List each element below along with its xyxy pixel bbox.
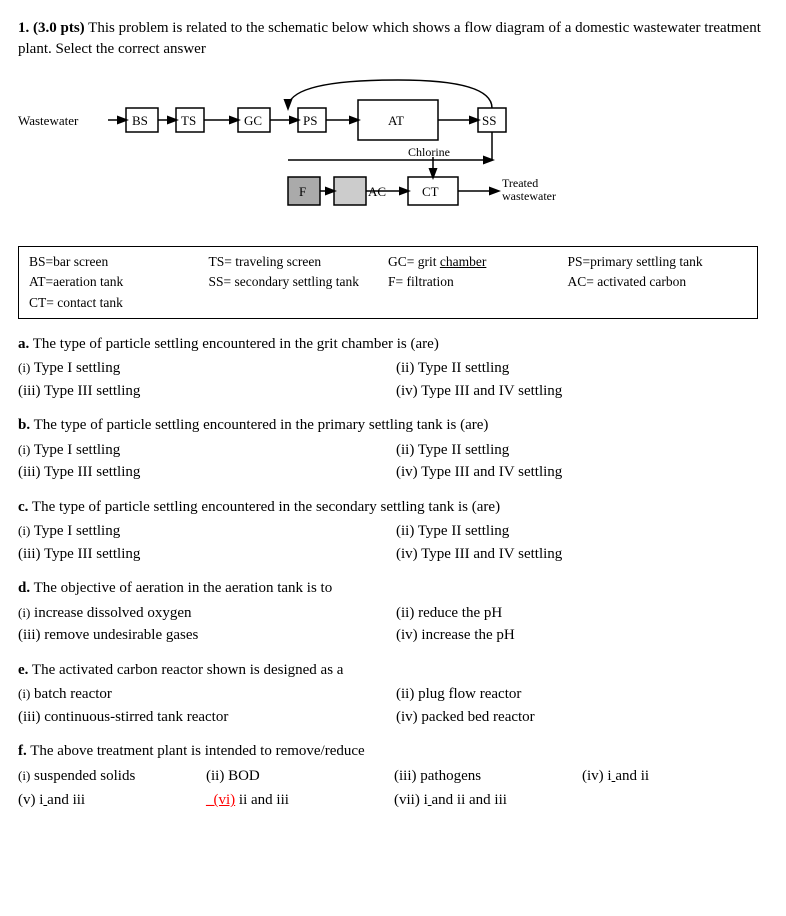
option-a-iv: (iv) Type III and IV settling: [396, 380, 764, 403]
option-c-iv: (iv) Type III and IV settling: [396, 543, 764, 566]
svg-text:TS: TS: [181, 113, 196, 128]
question-c-options: (i) Type I settling (ii) Type II settlin…: [18, 520, 764, 565]
question-d-options: (i) increase dissolved oxygen (ii) reduc…: [18, 602, 764, 647]
problem-header: 1. (3.0 pts) This problem is related to …: [18, 18, 764, 60]
problem-description: This problem is related to the schematic…: [18, 20, 761, 57]
question-c: c. The type of particle settling encount…: [18, 496, 764, 566]
legend-ss: SS= secondary settling tank: [209, 272, 389, 292]
option-f-iii: (iii) pathogens: [394, 765, 576, 788]
option-d-ii: (ii) reduce the pH: [396, 602, 764, 625]
legend-bs: BS=bar screen: [29, 252, 209, 272]
question-e-text: e. The activated carbon reactor shown is…: [18, 659, 764, 682]
option-c-i: (i) Type I settling: [18, 520, 386, 543]
svg-text:AT: AT: [388, 113, 404, 128]
legend-f: F= filtration: [388, 272, 568, 292]
problem-number: 1.: [18, 20, 29, 36]
option-b-i: (i) Type I settling: [18, 439, 386, 462]
svg-text:Wastewater: Wastewater: [18, 113, 79, 128]
svg-text:BS: BS: [132, 113, 148, 128]
question-f-options-row2: (v) i and iii _(vi) ii and iii (vii) i a…: [18, 789, 764, 812]
svg-text:Treated: Treated: [502, 176, 538, 190]
option-c-iii: (iii) Type III settling: [18, 543, 386, 566]
question-b: b. The type of particle settling encount…: [18, 414, 764, 484]
option-a-i: (i) Type I settling: [18, 357, 386, 380]
question-a-options: (i) Type I settling (ii) Type II settlin…: [18, 357, 764, 402]
question-a: a. The type of particle settling encount…: [18, 333, 764, 403]
option-f-iv: (iv) i and ii: [582, 765, 764, 788]
question-c-text: c. The type of particle settling encount…: [18, 496, 764, 519]
option-f-ii: (ii) BOD: [206, 765, 388, 788]
legend-ct: CT= contact tank: [29, 293, 209, 313]
option-b-ii: (ii) Type II settling: [396, 439, 764, 462]
svg-text:GC: GC: [244, 113, 262, 128]
problem-points: (3.0 pts): [33, 20, 85, 36]
question-f-text: f. The above treatment plant is intended…: [18, 740, 764, 763]
option-d-iv: (iv) increase the pH: [396, 624, 764, 647]
legend-ac: AC= activated carbon: [568, 272, 748, 292]
flow-diagram: Wastewater BS TS GC PS AT SS: [18, 70, 718, 240]
legend-box: BS=bar screen TS= traveling screen GC= g…: [18, 246, 758, 319]
question-d-text: d. The objective of aeration in the aera…: [18, 577, 764, 600]
legend-gc: GC= grit chamber: [388, 252, 568, 272]
legend-ps: PS=primary settling tank: [568, 252, 748, 272]
question-a-text: a. The type of particle settling encount…: [18, 333, 764, 356]
svg-text:wastewater: wastewater: [502, 189, 556, 203]
option-b-iv: (iv) Type III and IV settling: [396, 461, 764, 484]
question-f: f. The above treatment plant is intended…: [18, 740, 764, 812]
option-f-vii: (vii) i and ii and iii: [394, 789, 576, 812]
question-e-options: (i) batch reactor (ii) plug flow reactor…: [18, 683, 764, 728]
question-b-options: (i) Type I settling (ii) Type II settlin…: [18, 439, 764, 484]
option-e-iii: (iii) continuous-stirred tank reactor: [18, 706, 386, 729]
option-f-i: (i) suspended solids: [18, 765, 200, 788]
option-d-iii: (iii) remove undesirable gases: [18, 624, 386, 647]
question-f-options-row1: (i) suspended solids (ii) BOD (iii) path…: [18, 765, 764, 788]
svg-text:CT: CT: [422, 184, 439, 199]
legend-at: AT=aeration tank: [29, 272, 209, 292]
option-c-ii: (ii) Type II settling: [396, 520, 764, 543]
question-d: d. The objective of aeration in the aera…: [18, 577, 764, 647]
svg-text:PS: PS: [303, 113, 317, 128]
svg-text:SS: SS: [482, 113, 496, 128]
option-f-v: (v) i and iii: [18, 789, 200, 812]
svg-text:F: F: [299, 184, 306, 199]
legend-ts: TS= traveling screen: [209, 252, 389, 272]
option-b-iii: (iii) Type III settling: [18, 461, 386, 484]
question-b-text: b. The type of particle settling encount…: [18, 414, 764, 437]
option-e-i: (i) batch reactor: [18, 683, 386, 706]
svg-text:Chlorine: Chlorine: [408, 145, 450, 159]
option-e-iv: (iv) packed bed reactor: [396, 706, 764, 729]
option-f-vi: _(vi) ii and iii: [206, 789, 388, 812]
option-d-i: (i) increase dissolved oxygen: [18, 602, 386, 625]
option-a-iii: (iii) Type III settling: [18, 380, 386, 403]
option-a-ii: (ii) Type II settling: [396, 357, 764, 380]
option-e-ii: (ii) plug flow reactor: [396, 683, 764, 706]
flow-diagram-container: Wastewater BS TS GC PS AT SS: [18, 70, 718, 240]
question-e: e. The activated carbon reactor shown is…: [18, 659, 764, 729]
